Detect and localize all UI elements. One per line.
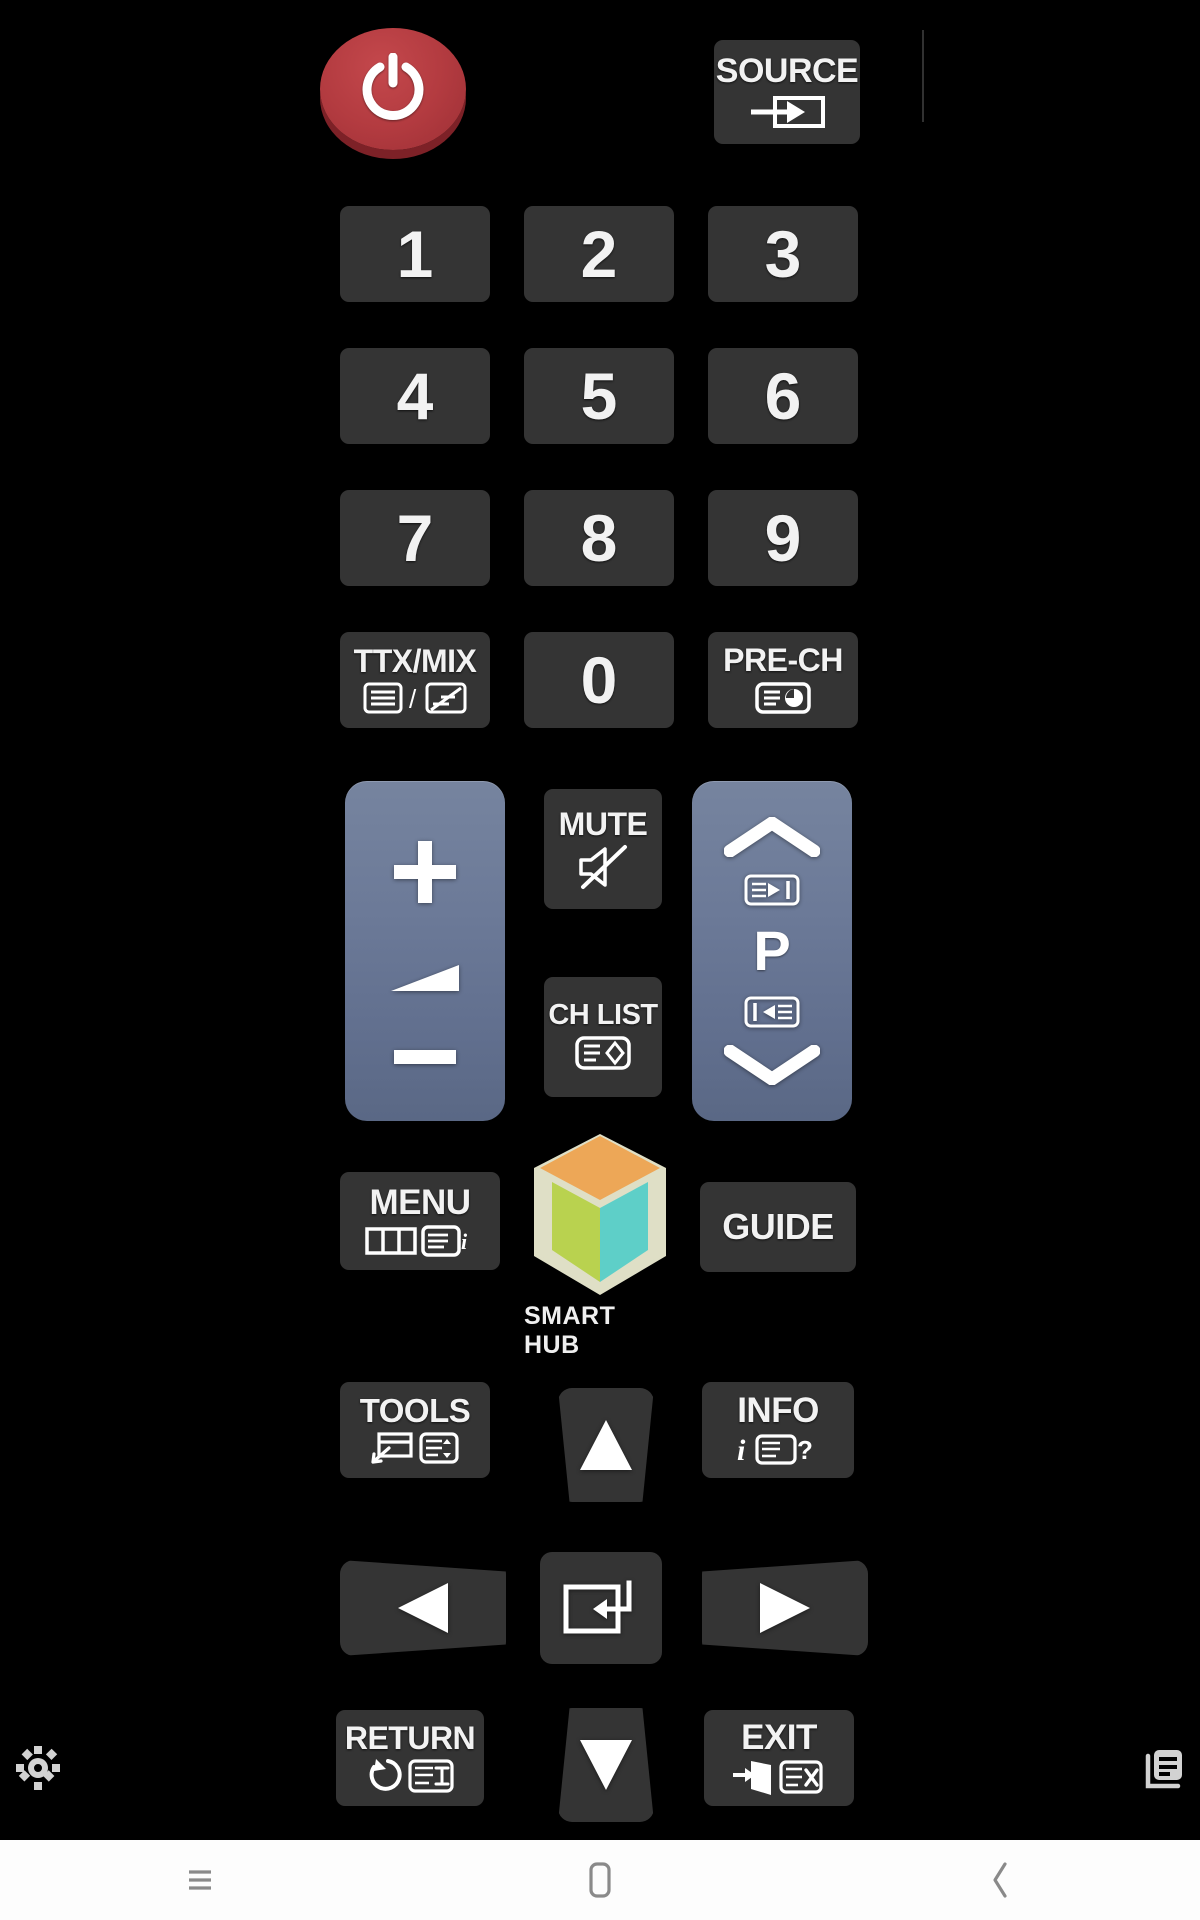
key-label: 8 xyxy=(580,501,618,575)
remote-body-edge xyxy=(922,30,924,122)
tools-button[interactable]: TOOLS xyxy=(340,1382,490,1478)
menu-label: MENU xyxy=(369,1183,471,1222)
key-label: 0 xyxy=(580,643,618,717)
previous-channel-icon xyxy=(754,679,812,717)
info-icon: i ? xyxy=(735,1431,821,1467)
svg-text:i: i xyxy=(461,1229,468,1254)
teletext-mix-icon: / xyxy=(363,680,467,716)
key-label: 1 xyxy=(396,217,434,291)
chevron-down-icon[interactable] xyxy=(724,1045,820,1085)
library-list-icon xyxy=(1138,1744,1186,1792)
key-8[interactable]: 8 xyxy=(524,490,674,586)
channel-p-label: P xyxy=(753,919,791,982)
library-button[interactable] xyxy=(1132,1738,1192,1798)
chevron-up-icon[interactable] xyxy=(724,817,820,857)
volume-wedge-icon xyxy=(387,961,463,995)
mute-button[interactable]: MUTE xyxy=(544,789,662,909)
left-triangle-icon xyxy=(392,1579,454,1637)
info-label: INFO xyxy=(737,1391,819,1430)
back-chevron-icon xyxy=(983,1860,1017,1900)
svg-text:?: ? xyxy=(797,1435,813,1465)
key-label: 5 xyxy=(580,359,618,433)
key-label: 9 xyxy=(764,501,802,575)
key-label: 2 xyxy=(580,217,618,291)
info-button[interactable]: INFO i ? xyxy=(702,1382,854,1478)
nav-recents-button[interactable] xyxy=(0,1840,400,1920)
smart-hub-label: SMART HUB xyxy=(524,1302,616,1359)
remote-app-screen: SOURCE 1 2 3 4 5 6 7 8 9 TTX/MIX / 0 PRE… xyxy=(0,0,1200,1920)
key-4[interactable]: 4 xyxy=(340,348,490,444)
tools-icon xyxy=(367,1430,463,1466)
guide-label: GUIDE xyxy=(722,1206,834,1247)
key-label: 3 xyxy=(764,217,802,291)
ch-list-label: CH LIST xyxy=(548,999,658,1031)
gear-icon xyxy=(14,1744,62,1792)
nav-home-button[interactable] xyxy=(400,1840,800,1920)
key-2[interactable]: 2 xyxy=(524,206,674,302)
plus-icon[interactable] xyxy=(388,835,462,909)
dpad-right-button[interactable] xyxy=(702,1560,868,1656)
speaker-muted-icon xyxy=(575,843,631,891)
return-label: RETURN xyxy=(344,1719,476,1756)
key-label: 7 xyxy=(396,501,434,575)
source-button[interactable]: SOURCE xyxy=(714,40,860,144)
guide-button[interactable]: GUIDE xyxy=(700,1182,856,1272)
ttx-mix-button[interactable]: TTX/MIX / xyxy=(340,632,490,728)
smart-hub-button[interactable]: SMART HUB xyxy=(524,1132,676,1359)
right-triangle-icon xyxy=(754,1579,816,1637)
ttx-mix-label: TTX/MIX xyxy=(353,642,477,679)
menu-button[interactable]: MENU i xyxy=(340,1172,500,1270)
svg-text:i: i xyxy=(737,1434,746,1467)
hamburger-recents-icon xyxy=(183,1863,217,1897)
channel-prev-icon xyxy=(744,995,800,1029)
down-triangle-icon xyxy=(576,1734,636,1796)
channel-list-icon xyxy=(574,1033,632,1073)
exit-door-icon xyxy=(731,1758,827,1796)
enter-return-icon xyxy=(563,1577,639,1639)
home-square-icon xyxy=(583,1860,617,1900)
dpad-left-button[interactable] xyxy=(340,1560,506,1656)
key-9[interactable]: 9 xyxy=(708,490,858,586)
pre-ch-button[interactable]: PRE-CH xyxy=(708,632,858,728)
key-0[interactable]: 0 xyxy=(524,632,674,728)
settings-button[interactable] xyxy=(8,1738,68,1798)
exit-label: EXIT xyxy=(741,1718,817,1757)
key-5[interactable]: 5 xyxy=(524,348,674,444)
key-label: 6 xyxy=(764,359,802,433)
dpad-enter-button[interactable] xyxy=(540,1552,662,1664)
smart-hub-cube-icon xyxy=(527,1132,673,1296)
channel-next-icon xyxy=(744,873,800,907)
remote-surface: SOURCE 1 2 3 4 5 6 7 8 9 TTX/MIX / 0 PRE… xyxy=(0,0,1200,1840)
svg-text:/: / xyxy=(409,684,417,714)
up-triangle-icon xyxy=(576,1414,636,1476)
pre-ch-label: PRE-CH xyxy=(723,641,843,678)
key-6[interactable]: 6 xyxy=(708,348,858,444)
minus-icon[interactable] xyxy=(388,1047,462,1067)
power-button[interactable] xyxy=(320,28,466,150)
source-input-icon xyxy=(747,91,827,131)
return-button[interactable]: RETURN xyxy=(336,1710,484,1806)
key-7[interactable]: 7 xyxy=(340,490,490,586)
dpad-up-button[interactable] xyxy=(558,1388,654,1502)
dpad-down-button[interactable] xyxy=(558,1708,654,1822)
power-icon xyxy=(360,53,426,125)
exit-button[interactable]: EXIT xyxy=(704,1710,854,1806)
channel-rocker[interactable]: P xyxy=(692,781,852,1121)
key-label: 4 xyxy=(396,359,434,433)
tools-label: TOOLS xyxy=(359,1392,471,1429)
mute-label: MUTE xyxy=(558,805,648,842)
key-3[interactable]: 3 xyxy=(708,206,858,302)
menu-panels-icon: i xyxy=(365,1223,475,1257)
nav-back-button[interactable] xyxy=(800,1840,1200,1920)
android-navigation-bar xyxy=(0,1840,1200,1920)
key-1[interactable]: 1 xyxy=(340,206,490,302)
return-arrow-icon xyxy=(364,1757,456,1795)
source-label: SOURCE xyxy=(715,51,859,90)
ch-list-button[interactable]: CH LIST xyxy=(544,977,662,1097)
volume-rocker[interactable] xyxy=(345,781,505,1121)
